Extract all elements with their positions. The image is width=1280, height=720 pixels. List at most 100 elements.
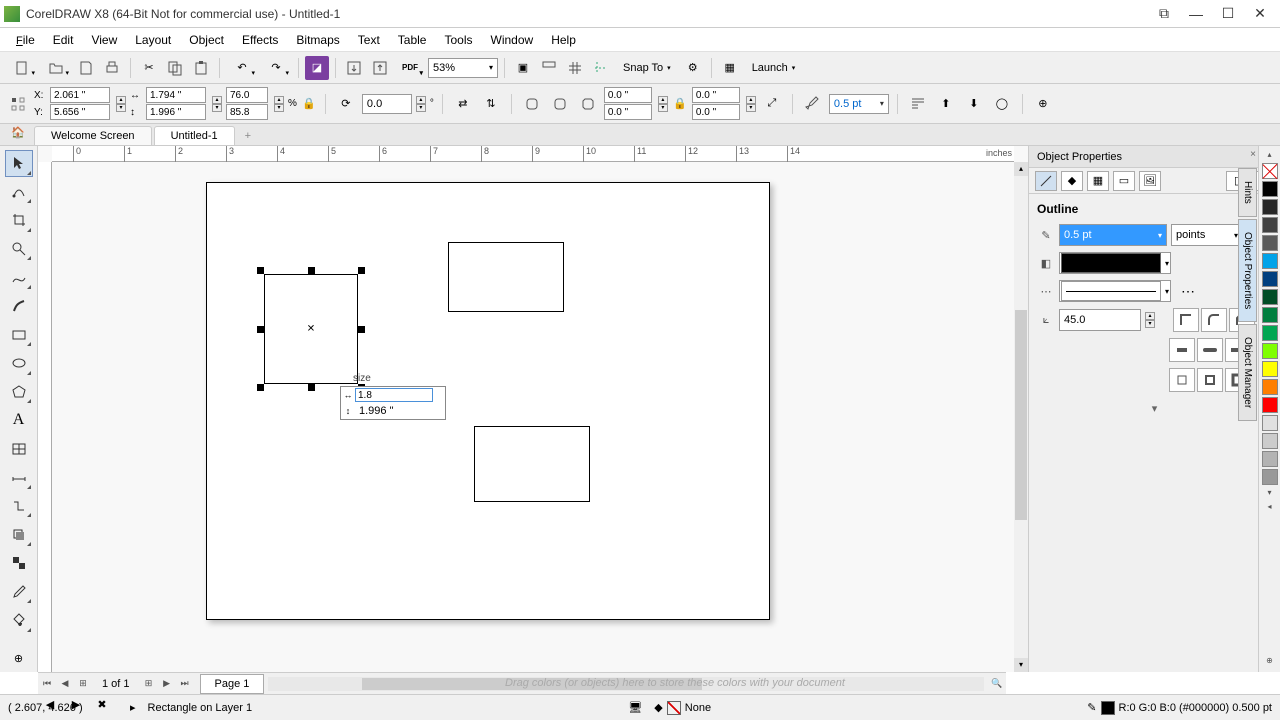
show-rulers-button[interactable] — [537, 56, 561, 80]
corner-r-spinner[interactable]: ▴▾ — [746, 96, 756, 112]
text-tool[interactable]: A — [5, 407, 33, 434]
outline-units-select[interactable]: points — [1171, 224, 1243, 246]
palette-scroll-up[interactable]: ▴ — [1261, 148, 1279, 162]
rotation-input[interactable]: 0.0 — [362, 94, 412, 114]
zoom-level-select[interactable]: 53% — [428, 58, 498, 78]
menu-layout[interactable]: Layout — [127, 31, 179, 49]
options-button[interactable]: ⚙ — [681, 56, 705, 80]
outline-color-select[interactable] — [1059, 252, 1171, 274]
polygon-tool[interactable] — [5, 379, 33, 406]
color-swatch[interactable] — [1262, 199, 1278, 215]
menu-bitmaps[interactable]: Bitmaps — [288, 31, 347, 49]
import-button[interactable] — [342, 56, 366, 80]
quick-customize-button[interactable]: ⊕ — [1031, 92, 1055, 116]
menu-text[interactable]: Text — [350, 31, 388, 49]
color-swatch[interactable] — [1262, 379, 1278, 395]
dimension-tool[interactable] — [5, 464, 33, 491]
mirror-h-button[interactable]: ⇄ — [451, 92, 475, 116]
zoom-tool[interactable] — [5, 236, 33, 263]
menu-edit[interactable]: Edit — [45, 31, 82, 49]
lock-ratio-button[interactable]: 🔒 — [301, 96, 317, 112]
pos-x-input[interactable]: 2.061 " — [50, 87, 110, 103]
swatch-none[interactable] — [1262, 163, 1278, 179]
snap-to-button[interactable]: Snap To — [615, 60, 679, 76]
scale-spinner[interactable]: ▴▾ — [274, 96, 284, 112]
corner-tl-input[interactable]: 0.0 " — [604, 87, 652, 103]
quick-nav-left[interactable]: ◀ — [38, 692, 62, 716]
rectangle-object[interactable] — [474, 426, 590, 502]
outline-width-select[interactable]: 0.5 pt — [829, 94, 889, 114]
fullscreen-preview-button[interactable]: ▣ — [511, 56, 535, 80]
color-swatch[interactable] — [1262, 433, 1278, 449]
eyedropper-tool[interactable] — [5, 578, 33, 605]
color-swatch[interactable] — [1262, 415, 1278, 431]
zoom-page-button[interactable]: 🔍 — [988, 675, 1006, 693]
position-center-button[interactable] — [1197, 368, 1223, 392]
corner-miter-button[interactable] — [1173, 308, 1199, 332]
tab-welcome[interactable]: Welcome Screen — [34, 126, 152, 145]
fill-indicator[interactable]: ◆None — [654, 701, 711, 715]
color-swatch[interactable] — [1262, 289, 1278, 305]
interactive-fill-tool[interactable] — [5, 607, 33, 634]
export-button[interactable] — [368, 56, 392, 80]
color-swatch[interactable] — [1262, 235, 1278, 251]
quick-customize-tool[interactable]: ⊕ — [5, 646, 33, 673]
cap-butt-button[interactable] — [1169, 338, 1195, 362]
selected-rectangle[interactable] — [264, 274, 358, 384]
miter-limit-input[interactable]: 45.0 — [1059, 309, 1141, 331]
cut-button[interactable]: ✂ — [137, 56, 161, 80]
color-swatch[interactable] — [1262, 361, 1278, 377]
menu-object[interactable]: Object — [181, 31, 232, 49]
menu-window[interactable]: Window — [483, 31, 542, 49]
position-outside-button[interactable] — [1169, 368, 1195, 392]
scale-x-input[interactable]: 76.0 — [226, 87, 268, 103]
size-spinner[interactable]: ▴▾ — [212, 96, 222, 112]
docker-expand-button[interactable]: ▾ — [1037, 398, 1272, 419]
object-origin-button[interactable] — [6, 92, 30, 116]
new-button[interactable] — [6, 56, 38, 80]
pick-tool[interactable] — [5, 150, 33, 177]
chamfer-corner-button[interactable] — [576, 92, 600, 116]
page-tab[interactable]: Page 1 — [200, 674, 265, 694]
to-back-button[interactable]: ⬇ — [962, 92, 986, 116]
vertical-ruler[interactable] — [38, 162, 52, 672]
menu-file[interactable]: File — [8, 31, 43, 49]
copy-button[interactable] — [163, 56, 187, 80]
show-grid-button[interactable] — [563, 56, 587, 80]
minimize-button[interactable]: — — [1180, 2, 1212, 26]
color-swatch[interactable] — [1262, 181, 1278, 197]
miter-spinner[interactable]: ▴▾ — [1145, 312, 1155, 328]
popup-width-input[interactable] — [355, 388, 433, 402]
round-corner-button[interactable] — [520, 92, 544, 116]
docker-tab-paragraph[interactable]: 🖼 — [1139, 171, 1161, 191]
tab-add[interactable]: + — [237, 127, 259, 145]
nav-prev-page[interactable]: ◀ — [56, 675, 74, 693]
color-swatch[interactable] — [1262, 469, 1278, 485]
outline-settings-button[interactable]: ⋯ — [1181, 283, 1195, 300]
docker-tab-character[interactable]: ▭ — [1113, 171, 1135, 191]
open-button[interactable] — [40, 56, 72, 80]
paste-button[interactable] — [189, 56, 213, 80]
palette-add[interactable]: ⊕ — [1261, 654, 1279, 668]
corner-bl-input[interactable]: 0.0 " — [604, 104, 652, 120]
color-swatch[interactable] — [1262, 343, 1278, 359]
quick-nav-close[interactable]: ✖ — [90, 692, 114, 716]
palette-scroll-down[interactable]: ▾ — [1261, 486, 1279, 500]
artistic-media-tool[interactable] — [5, 293, 33, 320]
color-swatch[interactable] — [1262, 397, 1278, 413]
convert-curves-button[interactable]: ◯ — [990, 92, 1014, 116]
width-input[interactable]: 1.794 " — [146, 87, 206, 103]
horizontal-ruler[interactable]: inches 01234567891011121314 — [52, 146, 1014, 162]
ellipse-tool[interactable] — [5, 350, 33, 377]
tab-document[interactable]: Untitled-1 — [154, 126, 235, 145]
relative-corner-button[interactable]: ⤢ — [760, 92, 784, 116]
home-icon[interactable]: 🏠 — [6, 120, 30, 144]
connector-tool[interactable] — [5, 493, 33, 520]
table-tool[interactable] — [5, 436, 33, 463]
menu-view[interactable]: View — [83, 31, 125, 49]
corner-round-button[interactable] — [1201, 308, 1227, 332]
menu-tools[interactable]: Tools — [436, 31, 480, 49]
close-button[interactable]: ✕ — [1244, 2, 1276, 26]
corner-l-spinner[interactable]: ▴▾ — [658, 96, 668, 112]
color-swatch[interactable] — [1262, 307, 1278, 323]
